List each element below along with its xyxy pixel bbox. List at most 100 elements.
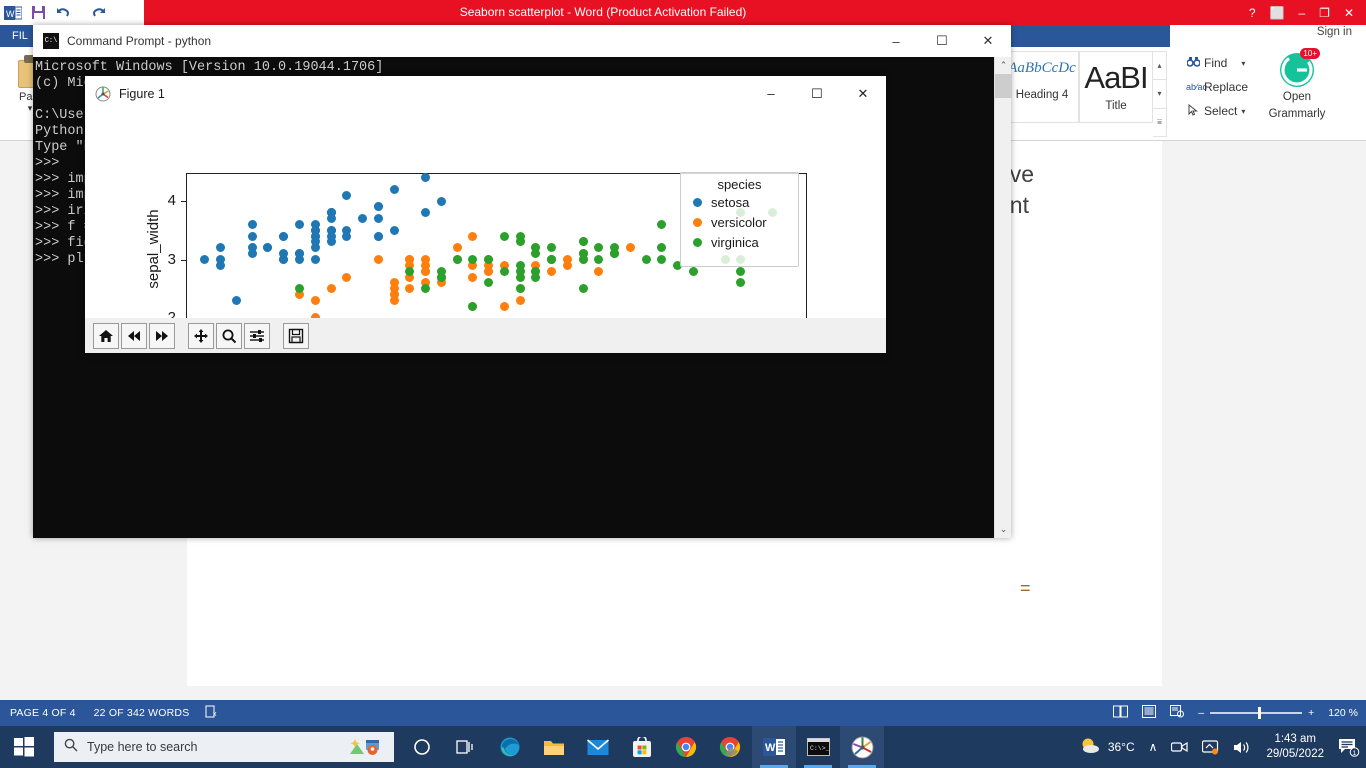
tab-file[interactable]: FIL (4, 25, 36, 47)
taskbar-chrome2-icon[interactable] (708, 726, 752, 768)
figure-canvas[interactable]: sepal_width 2344.55.05.56.06.57.07.58.0 … (85, 111, 886, 318)
status-page-count[interactable]: PAGE 4 OF 4 (10, 707, 76, 719)
status-word-count[interactable]: 22 OF 342 WORDS (94, 707, 190, 719)
minimize-button[interactable]: – (1298, 6, 1305, 20)
web-layout-icon[interactable] (1170, 705, 1185, 721)
scatter-point (231, 295, 241, 305)
figure-title-bar[interactable]: Figure 1 – ☐ ✕ (85, 76, 886, 111)
taskbar-cmd-icon[interactable]: C:\>_ (796, 726, 840, 768)
figure-window-controls[interactable]: – ☐ ✕ (748, 76, 886, 111)
zoom-level-label[interactable]: 120 % (1328, 707, 1358, 719)
help-button[interactable]: ? (1249, 6, 1256, 20)
cmd-close-button[interactable]: ✕ (965, 25, 1011, 57)
home-button[interactable] (93, 322, 119, 349)
select-caret-icon[interactable]: ▾ (1241, 107, 1245, 116)
weather-widget[interactable]: 36°C (1072, 726, 1142, 768)
pan-button[interactable] (188, 322, 214, 349)
scatter-point (326, 231, 336, 241)
style-title[interactable]: AaBI Title (1079, 51, 1153, 123)
search-placeholder: Type here to search (87, 740, 198, 754)
search-highlights-icon[interactable] (348, 736, 384, 758)
cmd-maximize-button[interactable]: ☐ (919, 25, 965, 57)
cmd-window-controls[interactable]: – ☐ ✕ (873, 25, 1011, 57)
save-figure-button[interactable] (283, 322, 309, 349)
figure-maximize-button[interactable]: ☐ (794, 76, 840, 111)
y-tick-label: 3 (167, 250, 176, 268)
search-input[interactable]: Type here to search (54, 732, 394, 762)
clock[interactable]: 1:43 am 29/05/2022 (1258, 732, 1332, 762)
zoom-track[interactable] (1210, 707, 1303, 719)
proofing-icon[interactable]: x (205, 705, 219, 721)
word-window-controls[interactable]: ? ⬜ – ❐ ✕ (1249, 0, 1362, 25)
show-hidden-icons-button[interactable]: ∧ (1142, 726, 1165, 768)
scatter-point (342, 231, 352, 241)
cmd-scroll-down-icon[interactable]: ⌄ (995, 521, 1012, 538)
find-label: Find (1204, 56, 1228, 70)
scatter-point (389, 225, 399, 235)
figure-minimize-button[interactable]: – (748, 76, 794, 111)
scatter-point (294, 219, 304, 229)
cmd-title: Command Prompt - python (67, 34, 212, 48)
find-button[interactable]: Find ▾ (1185, 51, 1252, 75)
taskbar-word-icon[interactable]: W (752, 726, 796, 768)
open-grammarly-button[interactable]: 10+ Open Grammarly (1262, 48, 1332, 121)
cmd-scroll-up-icon[interactable]: ⌃ (995, 57, 1012, 74)
legend-row: virginica (681, 232, 798, 252)
cmd-icon: C:\ (43, 33, 59, 49)
taskbar-edge-icon[interactable] (488, 726, 532, 768)
scatter-point (468, 231, 478, 241)
cmd-scrollbar[interactable]: ⌃ ⌄ (994, 57, 1012, 538)
scatter-point (452, 243, 462, 253)
figure-toolbar[interactable] (85, 318, 886, 353)
scatter-point (373, 255, 383, 265)
cmd-title-bar[interactable]: C:\ Command Prompt - python – ☐ ✕ (33, 25, 1011, 57)
notification-center-icon[interactable]: 1 (1332, 726, 1366, 768)
legend-title: species (717, 177, 762, 192)
volume-icon[interactable] (1226, 726, 1258, 768)
taskbar-task-view-icon[interactable] (444, 726, 488, 768)
restore-button[interactable]: ❐ (1319, 6, 1330, 20)
select-button[interactable]: Select ▾ (1186, 99, 1252, 123)
display-icon[interactable] (1195, 726, 1226, 768)
read-mode-icon[interactable] (1113, 705, 1129, 721)
ribbon-display-options-button[interactable]: ⬜ (1270, 6, 1285, 20)
zoom-slider[interactable]: – + (1198, 707, 1314, 719)
legend-marker (693, 217, 702, 227)
back-button[interactable] (121, 322, 147, 349)
scatter-point (373, 214, 383, 224)
legend-label: virginica (711, 234, 759, 250)
scatter-point (247, 231, 257, 241)
styles-gallery[interactable]: AaBbCcDc Heading 4 AaBI Title ▴ ▾ ⩸ (1005, 51, 1170, 137)
cmd-minimize-button[interactable]: – (873, 25, 919, 57)
zoom-button[interactable] (216, 322, 242, 349)
close-button[interactable]: ✕ (1344, 6, 1354, 20)
taskbar-store-icon[interactable] (620, 726, 664, 768)
find-caret-icon[interactable]: ▾ (1241, 59, 1245, 68)
taskbar-chrome-icon[interactable] (664, 726, 708, 768)
print-layout-icon[interactable] (1142, 705, 1157, 721)
scatter-point (326, 208, 336, 218)
taskbar-matplotlib-icon[interactable] (840, 726, 884, 768)
zoom-in-button[interactable]: + (1308, 707, 1314, 719)
grammarly-label-line2: Grammarly (1268, 108, 1326, 120)
zoom-out-button[interactable]: – (1198, 707, 1204, 719)
start-icon[interactable] (0, 726, 48, 768)
figure-close-button[interactable]: ✕ (840, 76, 886, 111)
sign-in-link[interactable]: Sign in (1317, 26, 1352, 38)
taskbar-mail-icon[interactable] (576, 726, 620, 768)
camera-icon[interactable] (1164, 726, 1195, 768)
styles-scroll-down-icon[interactable]: ▾ (1153, 80, 1166, 109)
styles-more-icon[interactable]: ⩸ (1153, 109, 1166, 136)
configure-subplots-button[interactable] (244, 322, 270, 349)
replace-button[interactable]: ab⁄ac Replace (1186, 75, 1252, 99)
svg-text:C:\>_: C:\>_ (810, 745, 830, 752)
styles-scroll-up-icon[interactable]: ▴ (1153, 52, 1166, 81)
style-heading4[interactable]: AaBbCcDc Heading 4 (1005, 51, 1079, 123)
zoom-thumb[interactable] (1258, 707, 1262, 719)
matplotlib-figure-window[interactable]: Figure 1 – ☐ ✕ sepal_width 2344.55.05.56… (85, 76, 886, 353)
forward-button[interactable] (149, 322, 175, 349)
taskbar-file-explorer-icon[interactable] (532, 726, 576, 768)
cmd-scroll-thumb[interactable] (995, 74, 1012, 98)
taskbar-cortana-icon[interactable] (400, 726, 444, 768)
styles-scrollbar[interactable]: ▴ ▾ ⩸ (1153, 51, 1167, 137)
